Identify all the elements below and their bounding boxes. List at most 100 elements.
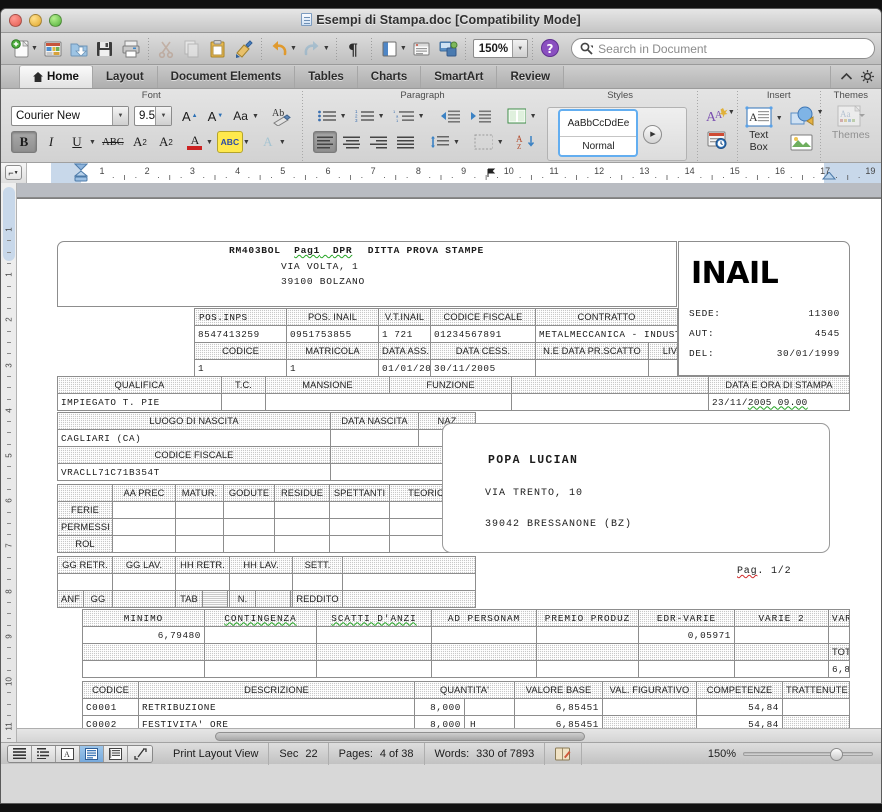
- strikethrough-button[interactable]: ABC: [100, 131, 126, 153]
- justify-button[interactable]: [393, 131, 418, 153]
- columns-chevron-icon[interactable]: ▼: [530, 113, 537, 120]
- collapse-ribbon-icon[interactable]: [840, 71, 853, 82]
- multilevel-list-button[interactable]: 1a1: [389, 105, 418, 127]
- manage-styles-chevron-icon[interactable]: ▼: [728, 109, 735, 116]
- shapes-button[interactable]: [787, 105, 817, 129]
- open-icon[interactable]: [66, 36, 92, 62]
- font-color-button[interactable]: A: [184, 131, 206, 153]
- shrink-font-button[interactable]: A ▼: [204, 105, 228, 127]
- full-screen-view-button[interactable]: [128, 745, 152, 762]
- subscript-button[interactable]: A2: [154, 131, 178, 153]
- text-effects-chevron-icon[interactable]: ▼: [279, 139, 286, 146]
- td-ferie-3: [223, 501, 275, 519]
- open-recent-icon[interactable]: [40, 36, 66, 62]
- horizontal-ruler[interactable]: 1 · ı · 2 · ı · 3 · ı · 4 · ı · 5 · ı · 6 · ı · 7 · ı · 8 · ı · 9 · ı · 10 · ı…: [27, 162, 881, 183]
- bulleted-list-button[interactable]: [313, 105, 340, 127]
- zoom-slider-knob[interactable]: [830, 747, 843, 761]
- td-data-cess: 30/11/2005: [430, 359, 536, 377]
- font-name-combo[interactable]: Courier New ▼: [11, 106, 129, 126]
- vertical-ruler[interactable]: 1 1 2 3 4 5 6 7 8 9 10 11: [1, 183, 17, 742]
- zoom-combo[interactable]: 150% ▼: [472, 39, 529, 58]
- media-gallery-icon[interactable]: [409, 36, 435, 62]
- paste-icon[interactable]: [205, 36, 231, 62]
- format-painter-icon[interactable]: [231, 36, 257, 62]
- superscript-button[interactable]: A2: [128, 131, 152, 153]
- show-marks-icon[interactable]: ¶: [341, 36, 367, 62]
- tab-tables[interactable]: Tables: [294, 66, 358, 88]
- borders-button[interactable]: [470, 131, 497, 153]
- align-center-button[interactable]: [339, 131, 364, 153]
- clear-formatting-button[interactable]: Ab: [267, 105, 297, 127]
- left-tab-marker[interactable]: [487, 168, 496, 178]
- search-input[interactable]: Search in Document: [571, 38, 875, 59]
- undo-icon[interactable]: [266, 36, 292, 62]
- tab-stop-selector[interactable]: ⌐ ▼: [1, 162, 27, 183]
- underline-button[interactable]: U: [65, 131, 89, 153]
- decrease-indent-button[interactable]: [435, 105, 464, 127]
- new-document-icon[interactable]: [7, 36, 33, 62]
- increase-indent-button[interactable]: [466, 105, 495, 127]
- font-color-chevron-icon[interactable]: ▼: [206, 139, 213, 146]
- underline-chevron-icon[interactable]: ▼: [89, 139, 96, 146]
- text-effects-button[interactable]: A: [257, 131, 279, 153]
- horizontal-scrollbar[interactable]: [17, 728, 881, 742]
- horizontal-scrollbar-thumb[interactable]: [215, 732, 585, 741]
- bold-button[interactable]: B: [11, 131, 37, 153]
- tab-document-elements[interactable]: Document Elements: [156, 66, 296, 88]
- toolbox-icon[interactable]: [435, 36, 461, 62]
- themes-button[interactable]: Aa: [831, 105, 871, 129]
- font-name-chevron-icon[interactable]: ▼: [112, 107, 128, 125]
- change-case-chevron-icon[interactable]: ▼: [252, 113, 259, 120]
- align-right-button[interactable]: [366, 131, 391, 153]
- align-left-button[interactable]: [312, 131, 338, 153]
- zoom-slider-area[interactable]: 150%: [708, 747, 881, 761]
- line-spacing-button[interactable]: [426, 131, 453, 153]
- header-code: RM403BOL: [229, 245, 281, 256]
- track-changes-field[interactable]: [545, 742, 583, 765]
- notebook-view-button[interactable]: [104, 745, 128, 762]
- text-box-button[interactable]: A: [742, 105, 776, 129]
- tab-review[interactable]: Review: [496, 66, 565, 88]
- th-data-ass: DATA ASS.: [378, 342, 431, 360]
- columns-button[interactable]: [503, 105, 530, 127]
- reference-tools-button[interactable]: [702, 129, 732, 151]
- line-spacing-chevron-icon[interactable]: ▼: [453, 139, 460, 146]
- zoom-slider-track[interactable]: [743, 747, 873, 761]
- view-buttons[interactable]: A: [7, 744, 153, 763]
- bulleted-list-chevron-icon[interactable]: ▼: [340, 113, 347, 120]
- save-icon[interactable]: [92, 36, 118, 62]
- print-icon[interactable]: [118, 36, 144, 62]
- style-normal-preview[interactable]: AaBbCcDdEe Normal: [558, 109, 639, 157]
- document-page[interactable]: RM403BOL Pag1 DPR DITTA PROVA STAMPE VIA…: [17, 199, 881, 742]
- multilevel-list-chevron-icon[interactable]: ▼: [418, 113, 425, 120]
- sidebar-icon[interactable]: [376, 36, 402, 62]
- tab-home[interactable]: Home: [19, 65, 93, 88]
- outline-view-button[interactable]: [32, 745, 56, 762]
- tab-smartart[interactable]: SmartArt: [420, 66, 498, 88]
- numbered-list-chevron-icon[interactable]: ▼: [378, 113, 385, 120]
- tab-stop-icon[interactable]: ⌐ ▼: [5, 165, 22, 180]
- numbered-list-button[interactable]: 123: [351, 105, 378, 127]
- picture-button[interactable]: [787, 130, 817, 154]
- first-line-indent-marker[interactable]: [74, 163, 88, 182]
- font-size-combo[interactable]: 9.5 ▼: [134, 106, 172, 126]
- italic-button[interactable]: I: [39, 131, 63, 153]
- draft-view-button[interactable]: [8, 745, 32, 762]
- zoom-chevron-icon[interactable]: ▼: [512, 40, 528, 57]
- grow-font-button[interactable]: A ▲: [178, 105, 202, 127]
- font-size-chevron-icon[interactable]: ▼: [155, 107, 171, 125]
- print-layout-view-button[interactable]: [80, 745, 104, 762]
- tab-layout[interactable]: Layout: [91, 66, 158, 88]
- sort-button[interactable]: AZ: [512, 131, 539, 153]
- highlight-chevron-icon[interactable]: ▼: [243, 139, 250, 146]
- borders-chevron-icon[interactable]: ▼: [497, 139, 504, 146]
- change-case-button[interactable]: Aa: [229, 105, 252, 127]
- highlight-button[interactable]: ABC: [216, 131, 243, 153]
- gear-icon[interactable]: [861, 69, 874, 83]
- document-canvas[interactable]: RM403BOL Pag1 DPR DITTA PROVA STAMPE VIA…: [17, 183, 881, 742]
- tab-charts[interactable]: Charts: [356, 66, 422, 88]
- styles-more-button[interactable]: ▶: [643, 124, 663, 144]
- help-icon[interactable]: ?: [537, 36, 563, 62]
- text-box-chevron-icon[interactable]: ▼: [776, 115, 783, 122]
- publishing-view-button[interactable]: A: [56, 745, 80, 762]
